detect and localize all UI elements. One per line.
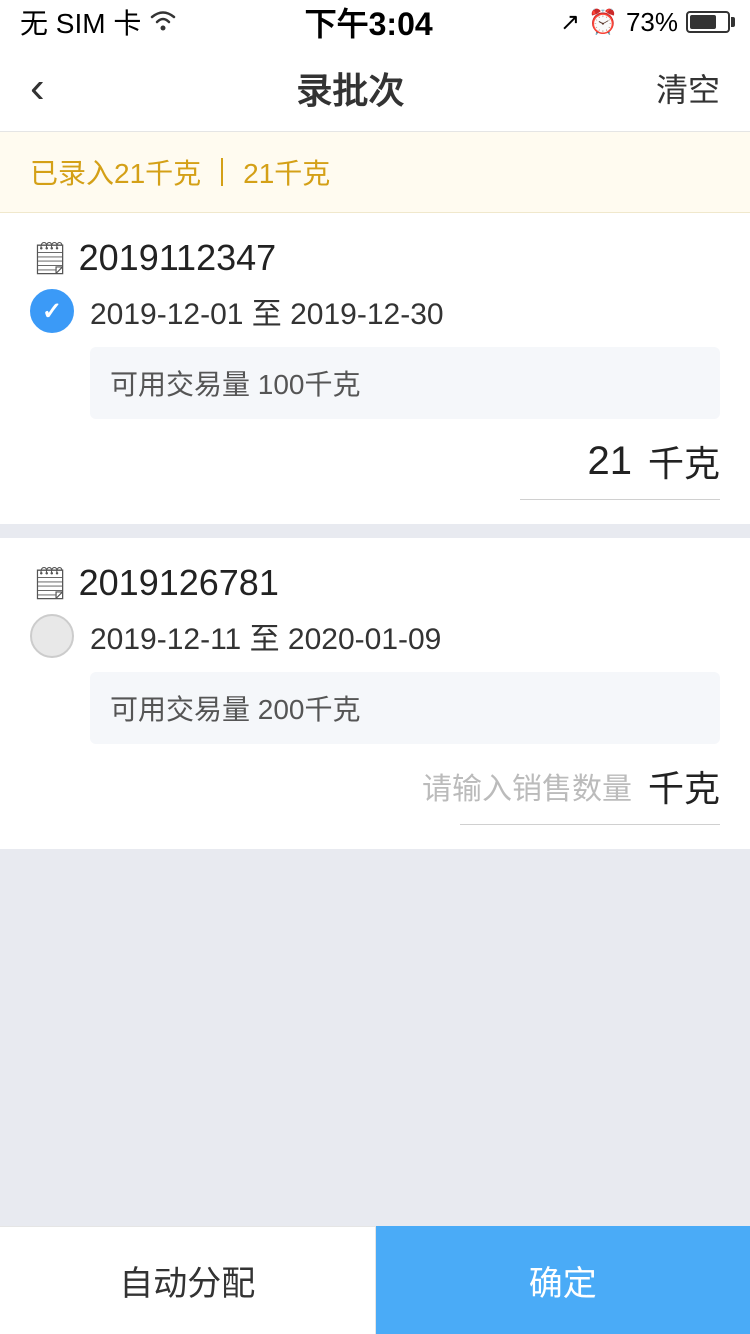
batch-doc-icon-2: 🗒 <box>30 564 71 602</box>
summary-bar: 已录入21千克 21千克 <box>0 132 750 213</box>
carrier-text: 无 SIM 卡 <box>20 2 141 42</box>
batch-date-1: 2019-12-01 至 2019-12-30 <box>90 289 444 333</box>
batch-header-2: 🗒 2019126781 <box>30 562 720 604</box>
nav-bar: ‹ 录批次 清空 <box>0 44 750 132</box>
clear-button[interactable]: 清空 <box>656 65 720 111</box>
summary-value: 21千克 <box>243 152 330 192</box>
batch-quantity-row-1: 21 千克 <box>30 435 720 497</box>
quantity-unit-1: 千克 <box>648 435 720 487</box>
quantity-placeholder: 请输入销售数量 <box>422 764 632 808</box>
auto-distribute-button[interactable]: 自动分配 <box>0 1226 376 1334</box>
page-title: 录批次 <box>296 62 404 114</box>
batch-list: 🗒 2019112347 2019-12-01 至 2019-12-30 可用交… <box>0 213 750 849</box>
batch-date-2: 2019-12-11 至 2020-01-09 <box>90 614 441 658</box>
batch-date-row-2: 2019-12-11 至 2020-01-09 <box>30 614 720 658</box>
battery-icon <box>686 11 730 33</box>
quantity-unit-2: 千克 <box>648 760 720 812</box>
batch-date-row-1: 2019-12-01 至 2019-12-30 <box>30 289 720 333</box>
confirm-button[interactable]: 确定 <box>376 1226 750 1334</box>
status-bar: 无 SIM 卡 下午3:04 ↗ ⏰ 73% <box>0 0 750 44</box>
summary-label: 已录入21千克 <box>30 152 201 192</box>
batch-divider <box>0 524 750 538</box>
battery-percent: 73% <box>626 7 678 38</box>
batch-header-1: 🗒 2019112347 <box>30 237 720 279</box>
location-icon: ↗ <box>560 8 580 37</box>
batch-doc-icon: 🗒 <box>30 239 71 277</box>
status-carrier: 无 SIM 卡 <box>20 2 177 42</box>
quantity-value-1: 21 <box>587 439 632 484</box>
batch-available-2: 可用交易量 200千克 <box>90 672 720 744</box>
batch-number-2: 2019126781 <box>79 562 279 604</box>
batch-item: 🗒 2019112347 2019-12-01 至 2019-12-30 可用交… <box>0 213 750 524</box>
batch-item-2: 🗒 2019126781 2019-12-11 至 2020-01-09 可用交… <box>0 538 750 849</box>
batch-checkbox-2[interactable] <box>30 614 74 658</box>
wifi-icon <box>149 6 177 38</box>
batch-checkbox-1[interactable] <box>30 289 74 333</box>
status-right: ↗ ⏰ 73% <box>560 7 730 38</box>
batch-quantity-input-row: 请输入销售数量 千克 <box>30 760 720 818</box>
batch-available-1: 可用交易量 100千克 <box>90 347 720 419</box>
back-button[interactable]: ‹ <box>30 63 45 113</box>
summary-divider <box>221 158 223 186</box>
status-time: 下午3:04 <box>305 0 433 45</box>
alarm-icon: ⏰ <box>588 8 618 37</box>
batch-number-1: 2019112347 <box>79 237 277 279</box>
bottom-bar: 自动分配 确定 <box>0 1226 750 1334</box>
